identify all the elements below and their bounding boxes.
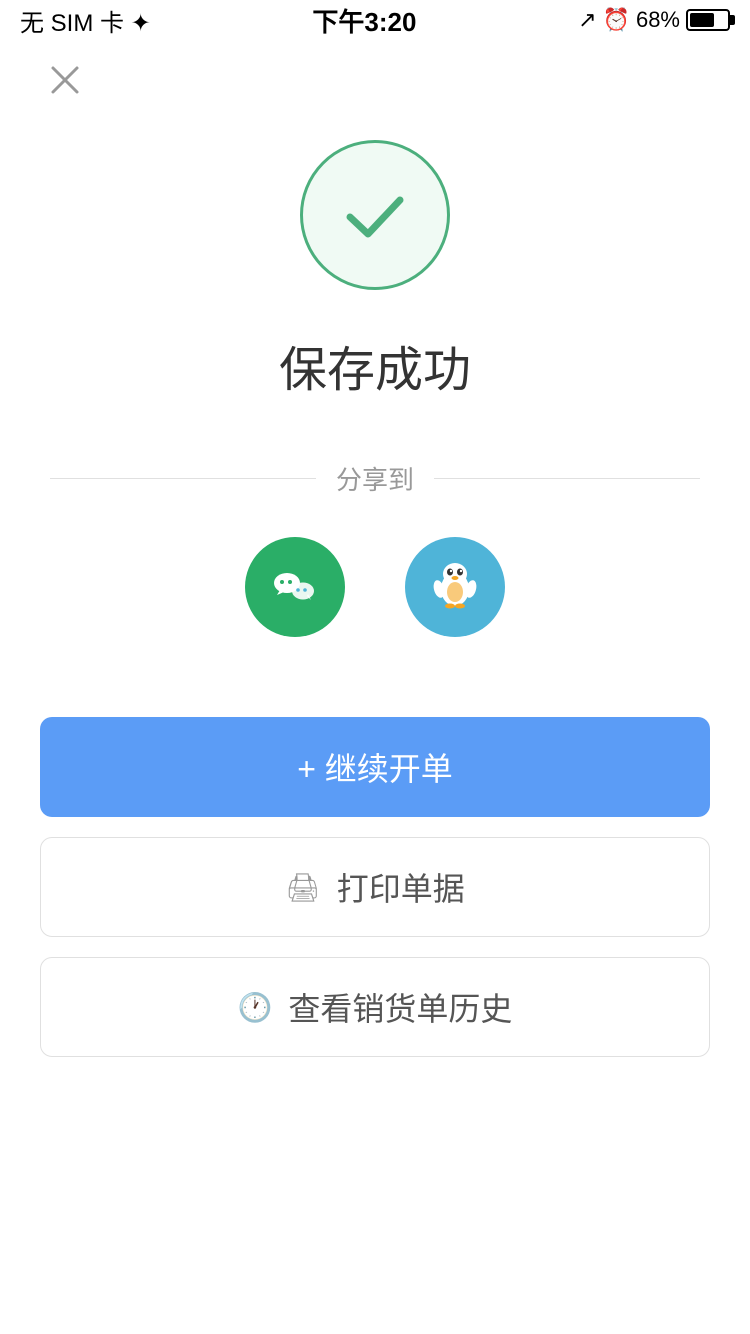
action-buttons: + 继续开单 🖨 打印单据 🕐 查看销货单历史 xyxy=(0,717,750,1057)
sim-status: 无 SIM 卡 ✦ xyxy=(20,3,151,38)
main-content: 保存成功 分享到 xyxy=(0,40,750,1057)
status-left: 无 SIM 卡 ✦ xyxy=(20,3,151,38)
status-right: ↗ ⏰ 68% xyxy=(578,7,730,33)
close-button[interactable] xyxy=(40,55,90,105)
wechat-icon xyxy=(267,559,323,615)
location-icon: ↗ xyxy=(578,7,596,33)
status-time: 下午3:20 xyxy=(312,2,416,39)
qq-icon xyxy=(427,559,483,615)
continue-button[interactable]: + 继续开单 xyxy=(40,717,710,817)
success-title: 保存成功 xyxy=(279,330,471,400)
alarm-icon: ⏰ xyxy=(603,7,630,33)
history-button[interactable]: 🕐 查看销货单历史 xyxy=(40,957,710,1057)
battery-percent: 68% xyxy=(636,7,680,33)
share-divider: 分享到 xyxy=(50,460,700,497)
history-icon: 🕐 xyxy=(238,991,273,1024)
close-icon xyxy=(50,65,80,95)
share-icons xyxy=(50,537,700,637)
share-label: 分享到 xyxy=(336,460,414,497)
battery-fill xyxy=(690,13,714,27)
qq-share-button[interactable] xyxy=(405,537,505,637)
wechat-share-button[interactable] xyxy=(245,537,345,637)
share-section: 分享到 xyxy=(0,460,750,637)
status-bar: 无 SIM 卡 ✦ 下午3:20 ↗ ⏰ 68% xyxy=(0,0,750,40)
history-label: 查看销货单历史 xyxy=(288,984,512,1030)
print-button[interactable]: 🖨 打印单据 xyxy=(40,837,710,937)
print-label: 打印单据 xyxy=(337,864,465,910)
print-icon: 🖨 xyxy=(285,871,321,904)
checkmark-icon xyxy=(340,180,410,250)
battery-icon xyxy=(686,9,730,31)
success-circle xyxy=(300,140,450,290)
